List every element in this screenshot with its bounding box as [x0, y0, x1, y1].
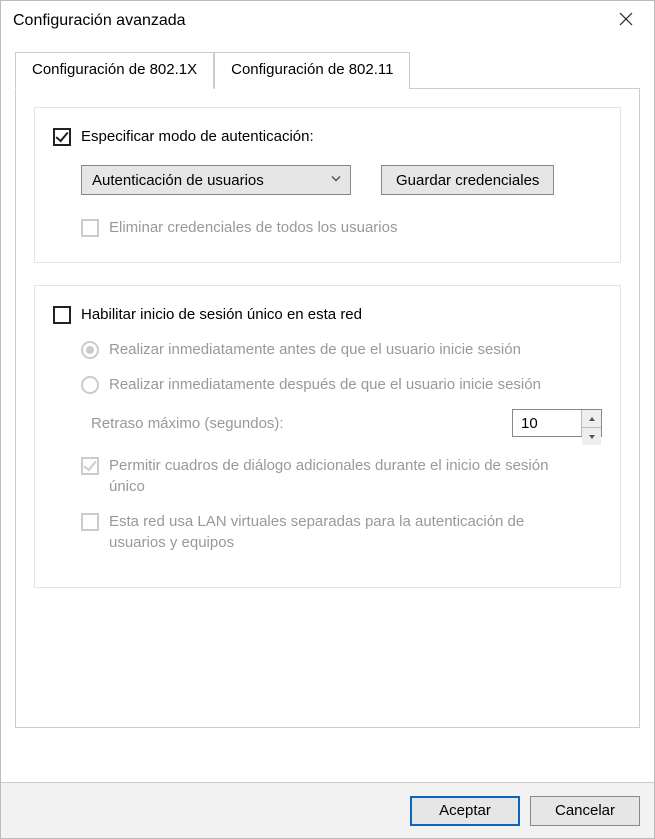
radio-sso-before [81, 341, 99, 359]
spinner-buttons [581, 410, 601, 436]
cancel-button[interactable]: Cancelar [530, 796, 640, 826]
checkbox-vlan [81, 513, 99, 531]
group-auth-mode: Especificar modo de autenticación: Auten… [34, 107, 621, 263]
titlebar: Configuración avanzada [1, 1, 654, 41]
label-specify-auth-mode: Especificar modo de autenticación: [81, 126, 314, 147]
close-button[interactable] [604, 5, 648, 37]
checkbox-enable-sso[interactable] [53, 306, 71, 324]
checkbox-allow-dialogs [81, 457, 99, 475]
label-sso-after: Realizar inmediatamente después de que e… [109, 374, 541, 395]
tab-80211[interactable]: Configuración de 802.11 [214, 52, 410, 89]
close-icon [619, 12, 633, 30]
tab-panel-8021x: Especificar modo de autenticación: Auten… [15, 88, 640, 728]
window-title: Configuración avanzada [13, 12, 186, 30]
label-delete-credentials: Eliminar credenciales de todos los usuar… [109, 217, 397, 238]
dropdown-auth-mode-value: Autenticación de usuarios [92, 172, 264, 189]
caret-down-icon [588, 428, 596, 445]
caret-up-icon [588, 410, 596, 427]
checkbox-delete-credentials [81, 219, 99, 237]
group-sso: Habilitar inicio de sesión único en esta… [34, 285, 621, 588]
content-area: Configuración de 802.1X Configuración de… [1, 41, 654, 782]
spinner-up-button[interactable] [582, 410, 601, 428]
spinner-max-delay[interactable]: 10 [512, 409, 602, 437]
label-vlan: Esta red usa LAN virtuales separadas par… [109, 511, 529, 553]
label-enable-sso: Habilitar inicio de sesión único en esta… [81, 304, 362, 325]
spinner-down-button[interactable] [582, 428, 601, 445]
label-max-delay: Retraso máximo (segundos): [91, 415, 284, 432]
save-credentials-button[interactable]: Guardar credenciales [381, 165, 554, 195]
dropdown-auth-mode[interactable]: Autenticación de usuarios [81, 165, 351, 195]
checkbox-specify-auth-mode[interactable] [53, 128, 71, 146]
ok-button[interactable]: Aceptar [410, 796, 520, 826]
spinner-max-delay-value[interactable]: 10 [513, 410, 581, 436]
label-sso-before: Realizar inmediatamente antes de que el … [109, 339, 521, 360]
label-allow-dialogs: Permitir cuadros de diálogo adicionales … [109, 455, 569, 497]
dialog-window: Configuración avanzada Configuración de … [0, 0, 655, 839]
tab-8021x[interactable]: Configuración de 802.1X [15, 52, 214, 89]
radio-sso-after [81, 376, 99, 394]
tab-strip: Configuración de 802.1X Configuración de… [15, 51, 640, 88]
chevron-down-icon [330, 172, 342, 189]
dialog-footer: Aceptar Cancelar [1, 782, 654, 838]
